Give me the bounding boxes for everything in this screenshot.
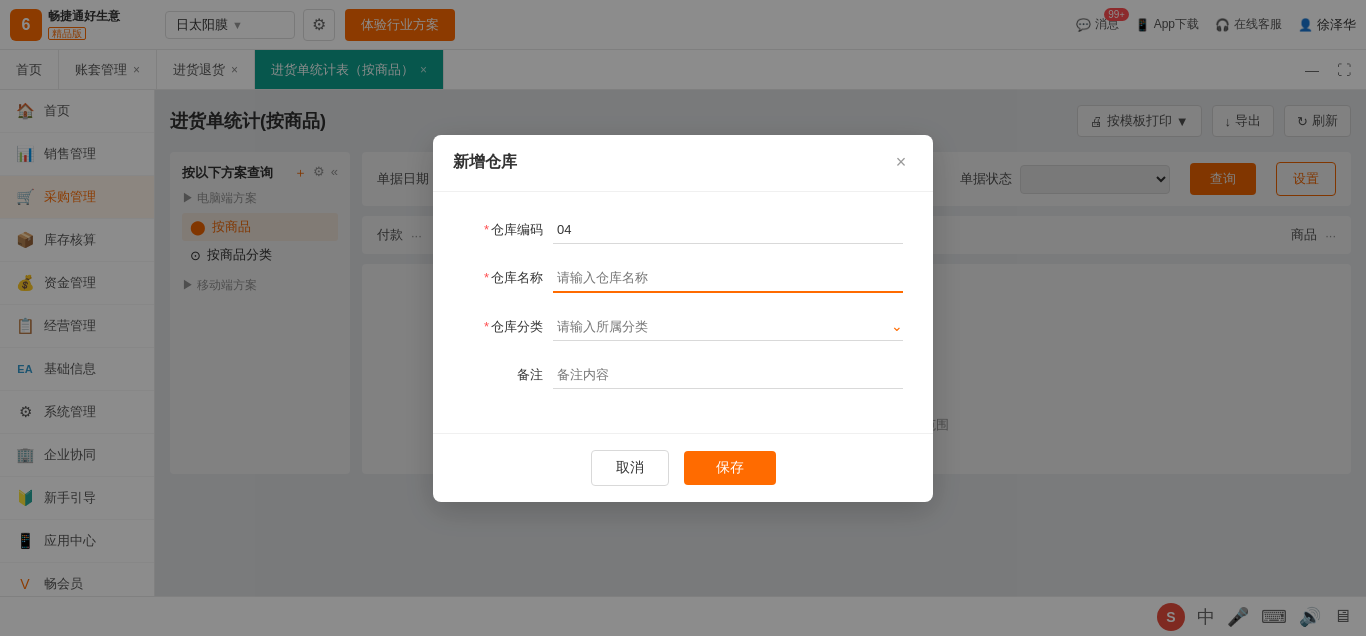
save-button[interactable]: 保存	[684, 451, 776, 485]
category-label: *仓库分类	[463, 318, 543, 336]
modal-close-button[interactable]: ×	[889, 151, 913, 175]
add-warehouse-modal: 新增仓库 × *仓库编码 *仓库名称 *仓库分类	[433, 135, 933, 502]
form-row-code: *仓库编码	[463, 216, 903, 244]
modal-body: *仓库编码 *仓库名称 *仓库分类 ⌄	[433, 192, 933, 433]
required-star-name: *	[484, 270, 489, 285]
required-star-category: *	[484, 319, 489, 334]
category-select-wrap: ⌄	[553, 313, 903, 341]
modal-overlay: 新增仓库 × *仓库编码 *仓库名称 *仓库分类	[0, 0, 1366, 636]
category-input[interactable]	[553, 313, 891, 340]
modal-title: 新增仓库	[453, 152, 517, 173]
note-input[interactable]	[553, 361, 903, 389]
modal-header: 新增仓库 ×	[433, 135, 933, 192]
category-dropdown-icon[interactable]: ⌄	[891, 318, 903, 334]
form-row-name: *仓库名称	[463, 264, 903, 293]
name-label: *仓库名称	[463, 269, 543, 287]
code-label: *仓库编码	[463, 221, 543, 239]
required-star-code: *	[484, 222, 489, 237]
warehouse-code-input[interactable]	[553, 216, 903, 244]
form-row-category: *仓库分类 ⌄	[463, 313, 903, 341]
modal-footer: 取消 保存	[433, 433, 933, 502]
cancel-button[interactable]: 取消	[591, 450, 669, 486]
form-row-note: 备注	[463, 361, 903, 389]
warehouse-name-input[interactable]	[553, 264, 903, 293]
note-label: 备注	[463, 366, 543, 384]
